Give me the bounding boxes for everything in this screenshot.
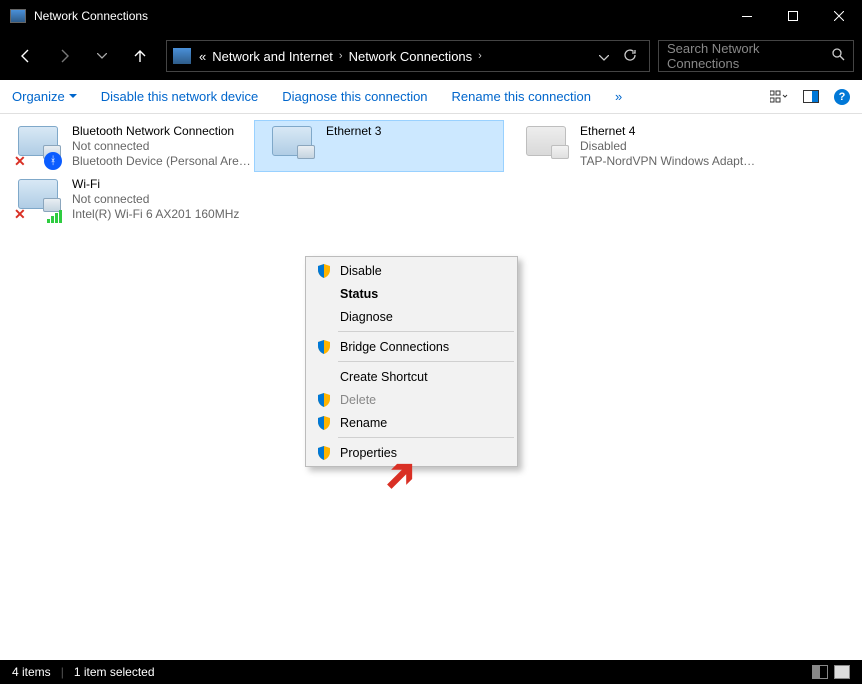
app-icon [10, 9, 26, 23]
toolbar: Organize Disable this network device Dia… [0, 80, 862, 114]
connection-desc: Bluetooth Device (Personal Area ... [72, 154, 252, 169]
breadcrumb-prefix: « [199, 49, 206, 64]
shield-icon [316, 263, 332, 279]
chevron-right-icon[interactable]: › [333, 50, 349, 62]
search-placeholder: Search Network Connections [667, 41, 832, 71]
connection-status: Not connected [72, 139, 252, 154]
connection-desc: Intel(R) Wi-Fi 6 AX201 160MHz [72, 207, 239, 222]
shield-icon [316, 415, 332, 431]
connection-item-ethernet3[interactable]: Ethernet 3 [254, 120, 504, 172]
forward-button[interactable] [46, 38, 82, 74]
chevron-right-icon[interactable]: › [472, 50, 488, 62]
connection-desc: TAP-NordVPN Windows Adapter ... [580, 154, 760, 169]
up-button[interactable] [122, 38, 158, 74]
menu-status[interactable]: Status [308, 282, 515, 305]
menu-bridge[interactable]: Bridge Connections [308, 335, 515, 358]
connection-item-bluetooth[interactable]: ✕ ᚼ Bluetooth Network Connection Not con… [0, 120, 254, 173]
connection-name: Bluetooth Network Connection [72, 124, 252, 139]
connection-status: Not connected [72, 192, 239, 207]
statusbar: 4 items | 1 item selected [0, 660, 862, 684]
shield-icon [316, 392, 332, 408]
preview-pane-button[interactable] [802, 89, 820, 105]
shield-icon [316, 445, 332, 461]
organize-menu[interactable]: Organize [12, 89, 77, 104]
location-icon [173, 48, 191, 64]
connection-item-wifi[interactable]: ✕ Wi-Fi Not connected Intel(R) Wi-Fi 6 A… [0, 173, 254, 226]
search-icon [832, 48, 845, 64]
disable-device-button[interactable]: Disable this network device [101, 89, 259, 104]
details-view-button[interactable] [812, 665, 828, 679]
help-button[interactable]: ? [834, 89, 850, 105]
network-adapter-icon: ✕ ᚼ [16, 124, 64, 168]
close-button[interactable] [816, 0, 862, 32]
selection-count: 1 item selected [74, 665, 155, 679]
connection-item-ethernet4[interactable]: Ethernet 4 Disabled TAP-NordVPN Windows … [508, 120, 762, 173]
rename-button[interactable]: Rename this connection [452, 89, 591, 104]
connection-name: Ethernet 4 [580, 124, 760, 139]
address-dropdown[interactable] [599, 49, 609, 64]
breadcrumb-item[interactable]: Network Connections [349, 49, 473, 64]
large-icon-view-button[interactable] [834, 665, 850, 679]
search-input[interactable]: Search Network Connections [658, 40, 854, 72]
view-options-button[interactable] [770, 89, 788, 105]
back-button[interactable] [8, 38, 44, 74]
menu-separator [338, 437, 514, 438]
bluetooth-icon: ᚼ [44, 152, 62, 170]
item-count: 4 items [12, 665, 51, 679]
content-area: ✕ ᚼ Bluetooth Network Connection Not con… [0, 114, 862, 664]
toolbar-overflow[interactable]: » [615, 89, 622, 104]
menu-separator [338, 361, 514, 362]
navbar: « Network and Internet › Network Connect… [0, 32, 862, 80]
disconnected-icon: ✕ [14, 207, 28, 221]
connection-name: Ethernet 3 [326, 124, 381, 139]
connection-status: Disabled [580, 139, 760, 154]
breadcrumb-item[interactable]: Network and Internet [212, 49, 333, 64]
menu-properties[interactable]: Properties [308, 441, 515, 464]
maximize-button[interactable] [770, 0, 816, 32]
connection-name: Wi-Fi [72, 177, 239, 192]
wifi-signal-icon [47, 210, 62, 223]
refresh-button[interactable] [623, 48, 637, 65]
network-adapter-icon [524, 124, 572, 168]
separator: | [61, 665, 64, 679]
address-bar[interactable]: « Network and Internet › Network Connect… [166, 40, 650, 72]
disconnected-icon: ✕ [14, 154, 28, 168]
context-menu: Disable Status Diagnose Bridge Connectio… [305, 256, 518, 467]
menu-separator [338, 331, 514, 332]
diagnose-button[interactable]: Diagnose this connection [282, 89, 427, 104]
window-title: Network Connections [34, 9, 148, 23]
menu-delete: Delete [308, 388, 515, 411]
minimize-button[interactable] [724, 0, 770, 32]
titlebar: Network Connections [0, 0, 862, 32]
menu-rename[interactable]: Rename [308, 411, 515, 434]
menu-diagnose[interactable]: Diagnose [308, 305, 515, 328]
shield-icon [316, 339, 332, 355]
recent-dropdown[interactable] [84, 38, 120, 74]
network-adapter-icon: ✕ [16, 177, 64, 221]
network-adapter-icon [270, 124, 318, 168]
menu-disable[interactable]: Disable [308, 259, 515, 282]
menu-create-shortcut[interactable]: Create Shortcut [308, 365, 515, 388]
